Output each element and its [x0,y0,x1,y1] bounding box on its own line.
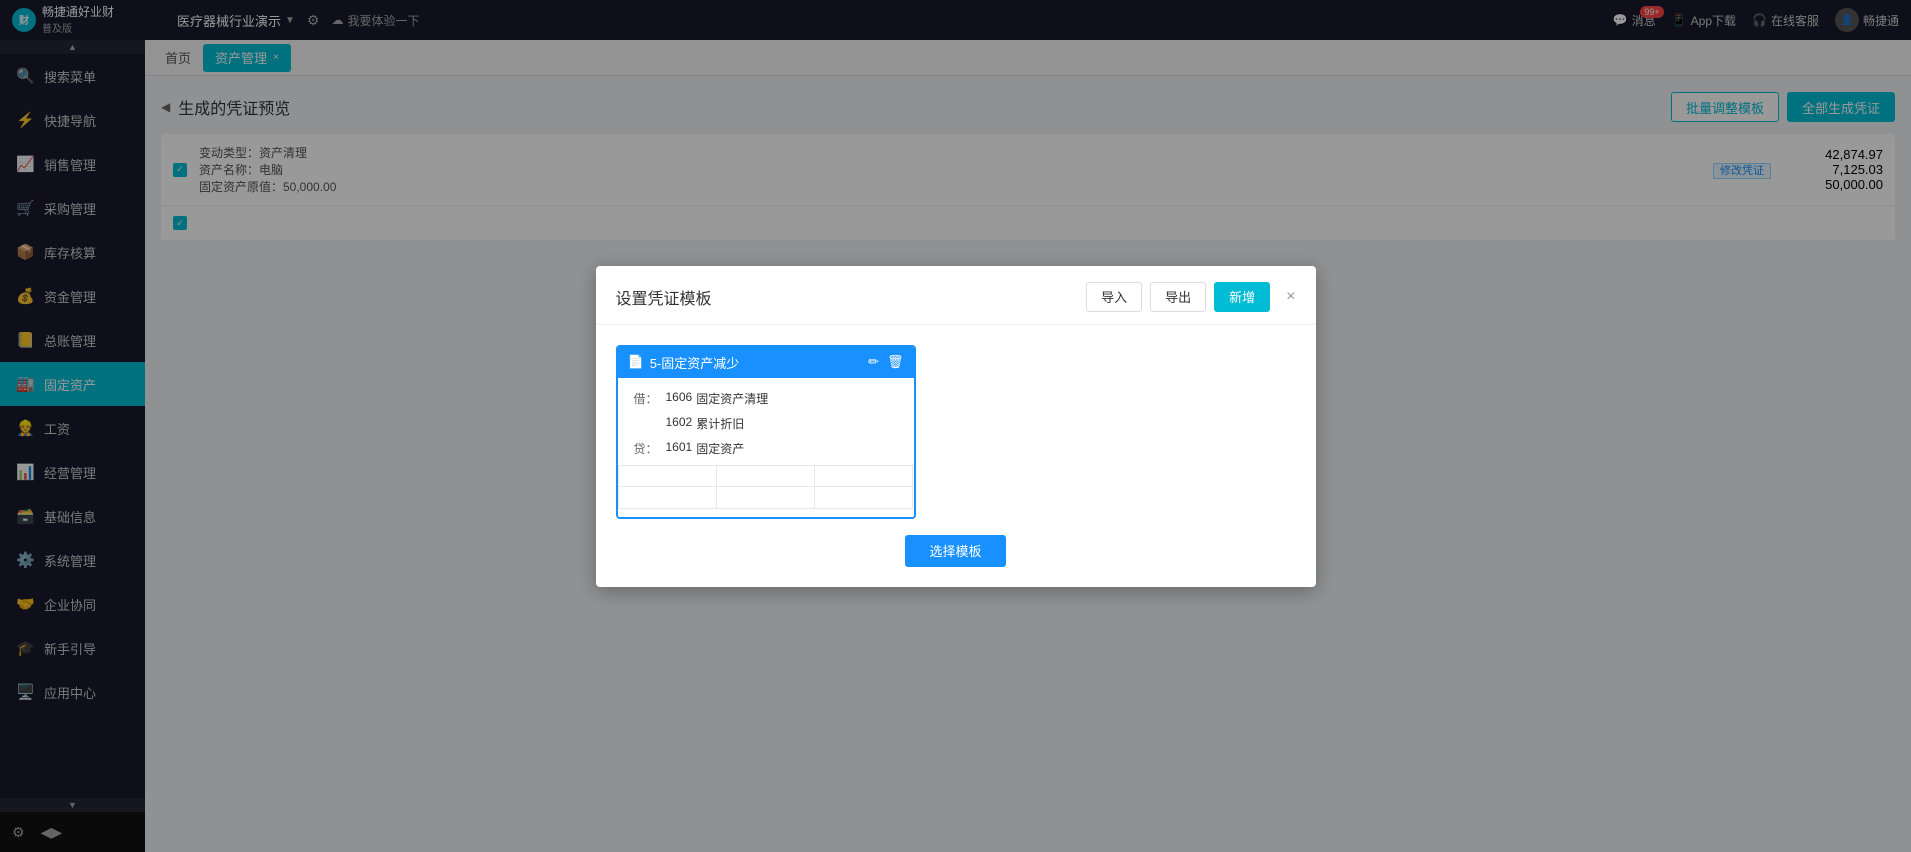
modal-body: 📄 5-固定资产减少 ✏ 🗑 借： 1606 固定资产清理 [596,325,1316,587]
close-icon[interactable]: × [1286,288,1295,306]
entry-type-2 [634,415,662,432]
template-entry-3: 贷： 1601 固定资产 [618,436,914,461]
template-empty-row-2 [618,487,914,509]
template-entry-1: 借： 1606 固定资产清理 [618,386,914,411]
edit-icon[interactable]: ✏ [868,354,879,370]
entry-code-3: 1601 [666,440,693,457]
select-template-button[interactable]: 选择模板 [905,535,1005,567]
voucher-template-modal: 设置凭证模板 导入 导出 新增 × 📄 5-固定资产减少 ✏ 🗑 [596,266,1316,587]
modal-header-actions: 导入 导出 新增 × [1086,282,1295,312]
select-template-area: 选择模板 [616,535,1296,567]
entry-desc-2: 累计折旧 [696,415,744,432]
entry-type-1: 借： [634,390,662,407]
delete-icon[interactable]: 🗑 [887,354,904,370]
template-card: 📄 5-固定资产减少 ✏ 🗑 借： 1606 固定资产清理 [616,345,916,519]
import-button[interactable]: 导入 [1086,282,1142,312]
template-doc-icon: 📄 [628,354,644,370]
template-card-header-actions: ✏ 🗑 [868,354,903,370]
entry-desc-1: 固定资产清理 [696,390,768,407]
template-entry-2: 1602 累计折旧 [618,411,914,436]
entry-code-1: 1606 [666,390,693,407]
export-button[interactable]: 导出 [1150,282,1206,312]
modal-overlay: 设置凭证模板 导入 导出 新增 × 📄 5-固定资产减少 ✏ 🗑 [0,0,1911,852]
modal-title: 设置凭证模板 [616,285,712,309]
template-card-header-left: 📄 5-固定资产减少 [628,353,740,372]
entry-code-2: 1602 [666,415,693,432]
new-button[interactable]: 新增 [1214,282,1270,312]
template-empty-row-1 [618,465,914,487]
entry-type-3: 贷： [634,440,662,457]
entry-desc-3: 固定资产 [696,440,744,457]
template-card-header: 📄 5-固定资产减少 ✏ 🗑 [618,347,914,378]
template-name: 5-固定资产减少 [650,353,740,372]
template-card-body: 借： 1606 固定资产清理 1602 累计折旧 贷： 1601 固定资产 [618,378,914,517]
modal-header: 设置凭证模板 导入 导出 新增 × [596,266,1316,325]
